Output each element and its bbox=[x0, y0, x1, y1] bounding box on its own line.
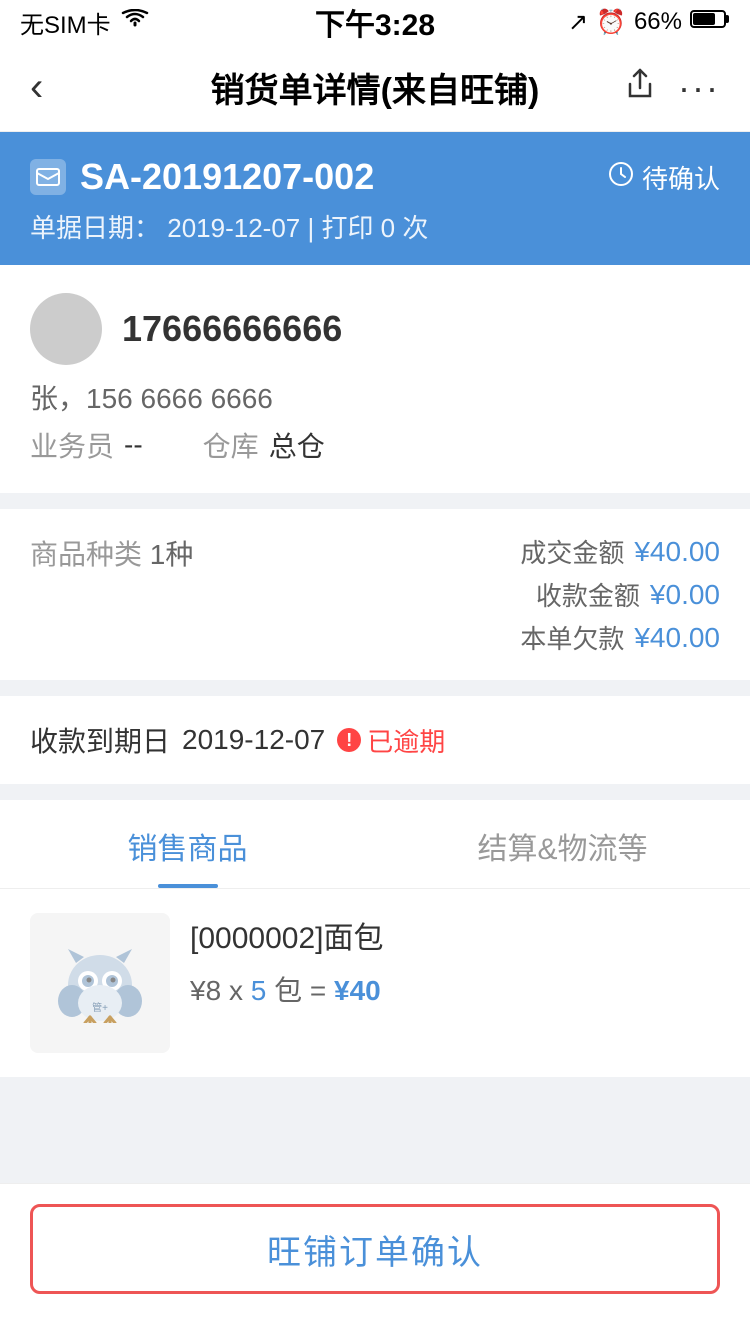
summary-right: 成交金额 ¥40.00 收款金额 ¥0.00 本单欠款 ¥40.00 bbox=[520, 533, 720, 656]
status-left: 无SIM卡 bbox=[20, 5, 149, 40]
confirm-button[interactable]: 旺铺订单确认 bbox=[30, 1204, 720, 1294]
alarm-icon: ⏰ bbox=[596, 8, 626, 37]
due-label: 收款到期日 bbox=[30, 720, 170, 760]
warehouse-label: 仓库 bbox=[203, 425, 259, 465]
tab-settlement[interactable]: 结算&物流等 bbox=[375, 800, 750, 888]
due-section: 收款到期日 2019-12-07 ! 已逾期 bbox=[0, 696, 750, 784]
amount-row-0: 成交金额 ¥40.00 bbox=[520, 533, 720, 570]
customer-meta: 业务员 -- 仓库 总仓 bbox=[30, 425, 720, 465]
total-price: ¥40 bbox=[334, 975, 381, 1006]
equals-sign: = bbox=[310, 975, 334, 1006]
battery-text: 66% bbox=[634, 8, 682, 36]
avatar-icon bbox=[42, 300, 90, 358]
amount-value-0: ¥40.00 bbox=[634, 536, 720, 568]
more-icon[interactable]: ··· bbox=[678, 67, 720, 109]
order-status: 待确认 bbox=[608, 159, 720, 196]
page-title: 销货单详情(来自旺铺) bbox=[211, 63, 540, 112]
status-right: ↗ ⏰ 66% bbox=[568, 8, 730, 37]
overdue-icon: ! bbox=[337, 728, 361, 752]
carrier-text: 无SIM卡 bbox=[20, 5, 111, 40]
status-clock-icon bbox=[608, 161, 634, 194]
warehouse-item: 仓库 总仓 bbox=[203, 425, 325, 465]
back-button[interactable]: ‹ bbox=[30, 65, 43, 110]
amount-row-1: 收款金额 ¥0.00 bbox=[536, 576, 720, 613]
nav-bar: ‹ 销货单详情(来自旺铺) ··· bbox=[0, 44, 750, 132]
product-type-label: 商品种类 bbox=[30, 539, 142, 570]
location-icon: ↗ bbox=[568, 8, 588, 37]
amount-row-2: 本单欠款 ¥40.00 bbox=[520, 619, 720, 656]
amount-value-2: ¥40.00 bbox=[634, 622, 720, 654]
sales-item: 业务员 -- bbox=[30, 425, 143, 465]
summary-left: 商品种类 1种 bbox=[30, 533, 193, 573]
overdue-badge: ! 已逾期 bbox=[337, 722, 445, 759]
avatar bbox=[30, 293, 102, 365]
amount-label-0: 成交金额 bbox=[520, 533, 624, 570]
amount-label-2: 本单欠款 bbox=[520, 619, 624, 656]
overdue-text: 已逾期 bbox=[367, 722, 445, 759]
price-separator: x bbox=[229, 975, 251, 1006]
amount-label-1: 收款金额 bbox=[536, 576, 640, 613]
svg-text:管+: 管+ bbox=[92, 1001, 108, 1014]
order-header: SA-20191207-002 待确认 单据日期： 2019-12-07 | 打… bbox=[0, 132, 750, 265]
product-thumbnail: 管+ bbox=[30, 913, 170, 1053]
order-id-icon bbox=[30, 159, 66, 195]
product-info: [0000002]面包 ¥8 x 5 包 = ¥40 bbox=[190, 913, 720, 1009]
unit-price: ¥8 bbox=[190, 975, 221, 1006]
amount-value-1: ¥0.00 bbox=[650, 579, 720, 611]
tabs-section: 销售商品 结算&物流等 bbox=[0, 800, 750, 1077]
tab-sales-products[interactable]: 销售商品 bbox=[0, 800, 375, 888]
nav-actions: ··· bbox=[622, 66, 720, 110]
warehouse-value: 总仓 bbox=[269, 425, 325, 465]
share-icon[interactable] bbox=[622, 66, 658, 110]
product-type-value: 1种 bbox=[150, 539, 194, 570]
tabs-header: 销售商品 结算&物流等 bbox=[0, 800, 750, 889]
status-bar: 无SIM卡 下午3:28 ↗ ⏰ 66% bbox=[0, 0, 750, 44]
sales-label: 业务员 bbox=[30, 425, 114, 465]
product-section: 管+ [0000002]面包 ¥8 x 5 包 = ¥40 bbox=[0, 889, 750, 1077]
unit-label: 包 bbox=[274, 975, 302, 1006]
bottom-bar: 旺铺订单确认 bbox=[0, 1183, 750, 1334]
wifi-icon bbox=[121, 8, 149, 36]
product-name: [0000002]面包 bbox=[190, 913, 720, 957]
status-text: 待确认 bbox=[642, 159, 720, 196]
battery-icon bbox=[690, 8, 730, 36]
order-id-section: SA-20191207-002 bbox=[30, 156, 374, 198]
order-date: 单据日期： 2019-12-07 | 打印 0 次 bbox=[30, 208, 720, 245]
customer-name-detail: 张，156 6666 6666 bbox=[30, 377, 720, 417]
customer-phone: 17666666666 bbox=[122, 308, 342, 350]
product-type-item: 商品种类 1种 bbox=[30, 533, 193, 573]
customer-section: 17666666666 张，156 6666 6666 业务员 -- 仓库 总仓 bbox=[0, 265, 750, 493]
status-time: 下午3:28 bbox=[315, 0, 435, 44]
quantity: 5 bbox=[251, 975, 267, 1006]
order-header-top: SA-20191207-002 待确认 bbox=[30, 156, 720, 198]
due-date-value: 2019-12-07 bbox=[182, 724, 325, 756]
summary-section: 商品种类 1种 成交金额 ¥40.00 收款金额 ¥0.00 本单欠款 ¥40.… bbox=[0, 509, 750, 680]
order-id-text: SA-20191207-002 bbox=[80, 156, 374, 198]
product-price: ¥8 x 5 包 = ¥40 bbox=[190, 969, 720, 1009]
customer-row: 17666666666 bbox=[30, 293, 720, 365]
sales-value: -- bbox=[124, 429, 143, 461]
